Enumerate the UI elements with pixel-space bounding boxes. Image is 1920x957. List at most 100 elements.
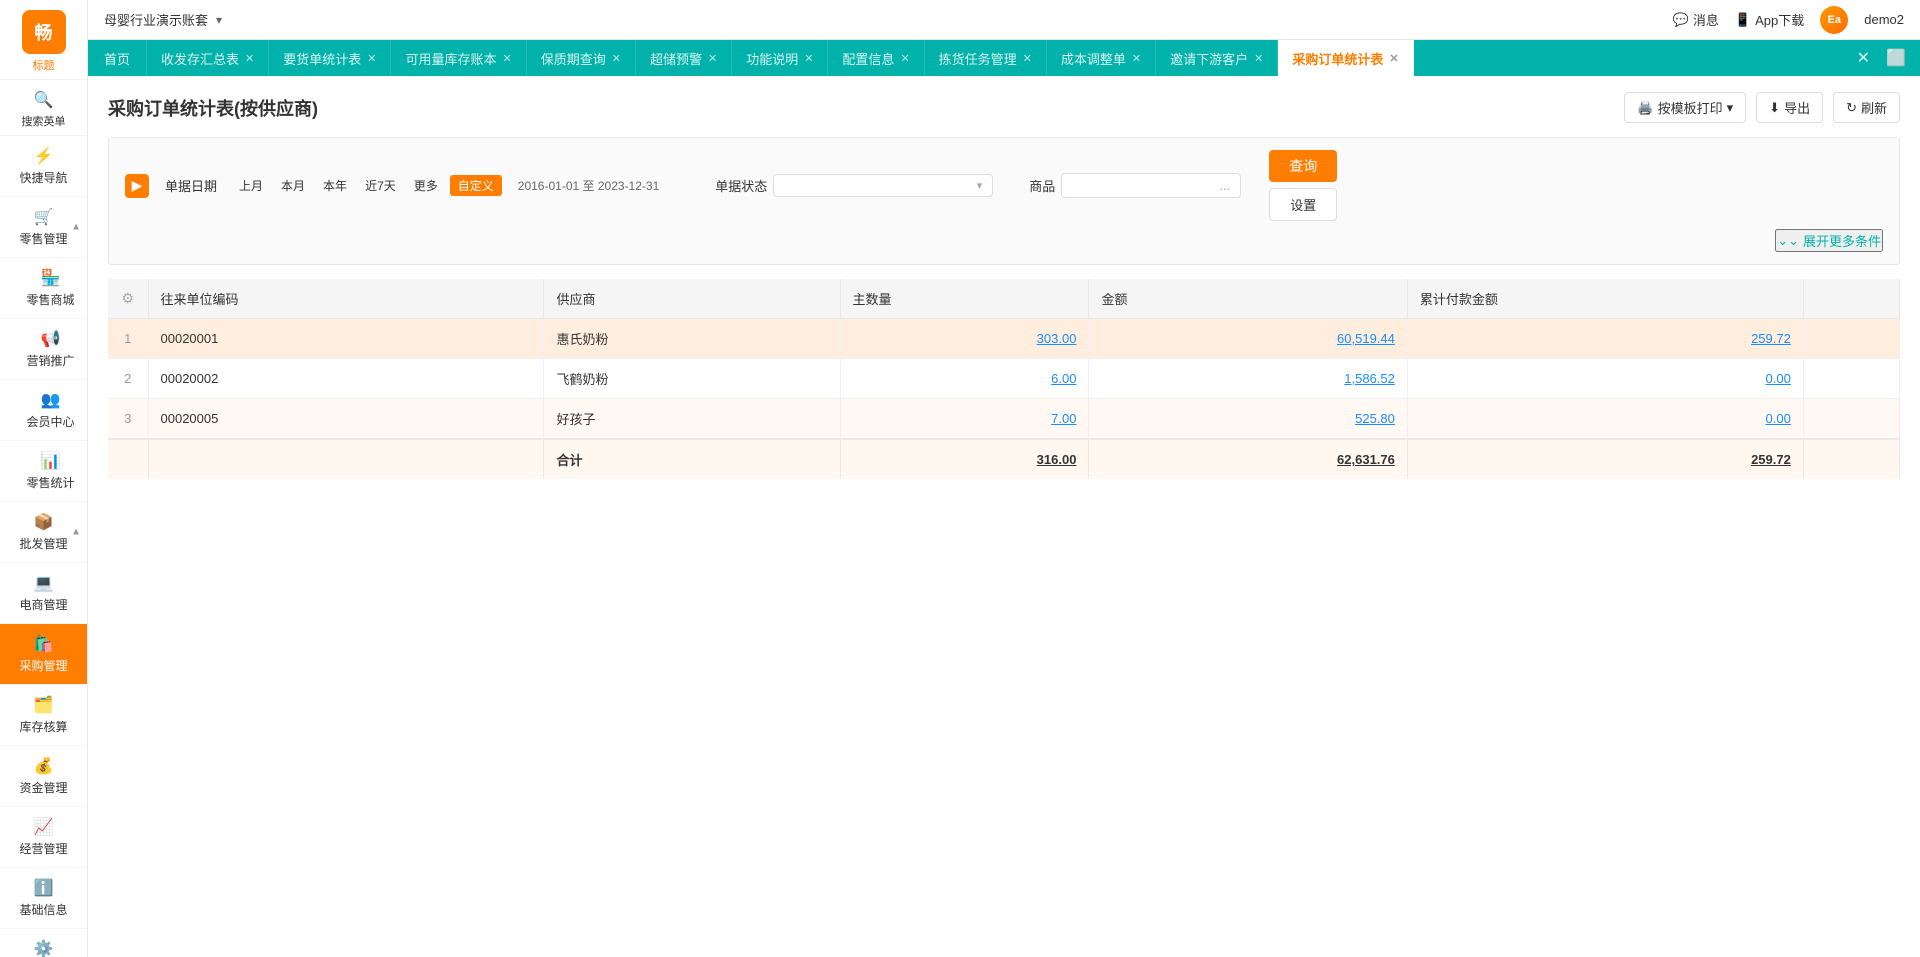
tab-receive-summary[interactable]: 收发存汇总表 ✕ xyxy=(147,40,269,76)
tab-close-icon[interactable]: ✕ xyxy=(1023,52,1032,65)
main-area: 母婴行业演示账套 ▾ 💬 消息 📱 App下载 Ea demo2 首页 收发存汇… xyxy=(88,0,1920,957)
qty-value[interactable]: 303.00 xyxy=(840,319,1089,359)
tab-available-ledger[interactable]: 可用量库存账本 ✕ xyxy=(391,40,526,76)
amount-value[interactable]: 60,519.44 xyxy=(1089,319,1407,359)
amount-value[interactable]: 525.80 xyxy=(1089,399,1407,440)
sidebar-item-members[interactable]: 👥 会员中心 xyxy=(0,380,87,441)
sidebar-item-retail-shop[interactable]: 🏪 零售商城 xyxy=(0,258,87,319)
page-header: 采购订单统计表(按供应商) 🖨️ 按模板打印 ▾ ⬇ 导出 ↻ 刷新 xyxy=(108,92,1900,123)
msg-button[interactable]: 💬 消息 xyxy=(1673,10,1719,29)
date-last-month-button[interactable]: 上月 xyxy=(233,175,269,196)
sidebar-item-label: 零售管理 xyxy=(19,230,67,247)
col-qty: 主数量 xyxy=(840,279,1089,319)
chevron-down-icon: ▾ xyxy=(977,179,983,192)
tab-pick-task[interactable]: 拣货任务管理 ✕ xyxy=(925,40,1047,76)
topbar: 母婴行业演示账套 ▾ 💬 消息 📱 App下载 Ea demo2 xyxy=(88,0,1920,40)
account-dropdown[interactable]: ▾ xyxy=(216,13,222,27)
sidebar-logo: 畅 标题 xyxy=(0,0,87,80)
tab-maximize-button[interactable]: ⬜ xyxy=(1880,46,1912,70)
date-custom-badge[interactable]: 自定义 xyxy=(450,175,502,196)
paid-value[interactable]: 0.00 xyxy=(1407,399,1803,440)
tab-close-icon[interactable]: ✕ xyxy=(503,52,512,65)
supplier-name: 惠氏奶粉 xyxy=(544,319,840,359)
table-header-row: ⚙ 往来单位编码 供应商 主数量 金额 累计付款金额 xyxy=(108,279,1900,319)
tab-order-stats[interactable]: 要货单统计表 ✕ xyxy=(269,40,391,76)
sidebar-item-finance[interactable]: 💰 资金管理 xyxy=(0,746,87,807)
tab-close-icon[interactable]: ✕ xyxy=(612,52,621,65)
tab-invite-downstream[interactable]: 邀请下游客户 ✕ xyxy=(1156,40,1278,76)
date-this-month-button[interactable]: 本月 xyxy=(275,175,311,196)
msg-icon: 💬 xyxy=(1673,12,1689,28)
col-supplier: 供应商 xyxy=(544,279,840,319)
wholesale-icon: 📦 xyxy=(34,512,54,532)
sidebar-item-quick-nav[interactable]: ⚡ 快捷导航 xyxy=(0,136,87,197)
sidebar-item-system[interactable]: ⚙️ 系统管理 xyxy=(0,929,87,957)
amount-value[interactable]: 1,586.52 xyxy=(1089,359,1407,399)
tab-cost-adjust[interactable]: 成本调整单 ✕ xyxy=(1047,40,1156,76)
status-select[interactable]: ▾ xyxy=(773,174,993,197)
search-icon: 🔍 xyxy=(34,90,54,110)
tab-function-desc[interactable]: 功能说明 ✕ xyxy=(732,40,828,76)
tab-close-icon[interactable]: ✕ xyxy=(900,52,909,65)
tab-close-icon[interactable]: ✕ xyxy=(1132,52,1141,65)
sidebar-item-retail-stats[interactable]: 📊 零售统计 xyxy=(0,441,87,502)
chevron-right-icon: ▲ xyxy=(71,527,81,538)
settings-button[interactable]: 设置 xyxy=(1269,188,1337,221)
tab-close-icon[interactable]: ✕ xyxy=(804,52,813,65)
qty-value[interactable]: 6.00 xyxy=(840,359,1089,399)
search-menu-item[interactable]: 🔍 搜索英单 xyxy=(0,80,87,136)
sidebar-item-purchase[interactable]: 🛍️ 采购管理 xyxy=(0,624,87,685)
sidebar-item-inventory[interactable]: 🗂️ 库存核算 xyxy=(0,685,87,746)
tab-home[interactable]: 首页 xyxy=(88,40,147,76)
sidebar-item-wholesale[interactable]: 📦 批发管理 ▲ xyxy=(0,502,87,563)
tab-close-icon[interactable]: ✕ xyxy=(1389,52,1398,65)
page-inner: 采购订单统计表(按供应商) 🖨️ 按模板打印 ▾ ⬇ 导出 ↻ 刷新 xyxy=(88,76,1920,957)
operations-icon: 📈 xyxy=(34,817,54,837)
query-button[interactable]: 查询 xyxy=(1269,150,1337,182)
tabbar: 首页 收发存汇总表 ✕ 要货单统计表 ✕ 可用量库存账本 ✕ 保质期查询 ✕ 超… xyxy=(88,40,1920,76)
tab-close-all-button[interactable]: ✕ xyxy=(1851,46,1876,70)
sidebar-item-operations[interactable]: 📈 经营管理 xyxy=(0,807,87,868)
column-settings-icon[interactable]: ⚙ xyxy=(121,290,134,306)
sidebar-item-basics[interactable]: ℹ️ 基础信息 xyxy=(0,868,87,929)
refresh-button[interactable]: ↻ 刷新 xyxy=(1833,92,1900,123)
filter-toggle-button[interactable]: ▶ xyxy=(125,174,149,198)
page-content: 采购订单统计表(按供应商) 🖨️ 按模板打印 ▾ ⬇ 导出 ↻ 刷新 xyxy=(88,76,1920,957)
date-this-year-button[interactable]: 本年 xyxy=(317,175,353,196)
paid-value[interactable]: 259.72 xyxy=(1407,319,1803,359)
tab-expiry-query[interactable]: 保质期查询 ✕ xyxy=(527,40,636,76)
table-row: 3 00020005 好孩子 7.00 525.80 0.00 xyxy=(108,399,1900,440)
template-print-button[interactable]: 🖨️ 按模板打印 ▾ xyxy=(1624,92,1746,123)
system-icon: ⚙️ xyxy=(34,939,54,957)
sidebar-item-marketing[interactable]: 📢 营销推广 xyxy=(0,319,87,380)
page-title: 采购订单统计表(按供应商) xyxy=(108,95,318,121)
date-7days-button[interactable]: 近7天 xyxy=(359,175,402,196)
qty-value[interactable]: 7.00 xyxy=(840,399,1089,440)
topbar-left: 母婴行业演示账套 ▾ xyxy=(104,10,222,29)
paid-value[interactable]: 0.00 xyxy=(1407,359,1803,399)
table-footer-row: 合计 316.00 62,631.76 259.72 xyxy=(108,439,1900,479)
app-icon: 📱 xyxy=(1735,12,1751,28)
sidebar-item-label: 批发管理 xyxy=(19,535,67,552)
unit-code: 00020001 xyxy=(148,319,544,359)
goods-input[interactable]: ... xyxy=(1061,173,1241,198)
tab-close-icon[interactable]: ✕ xyxy=(708,52,717,65)
sidebar-item-retail-mgmt[interactable]: 🛒 零售管理 ▲ xyxy=(0,197,87,258)
tab-config-info[interactable]: 配置信息 ✕ xyxy=(828,40,924,76)
chevron-down-icon: ▾ xyxy=(1727,100,1734,116)
tab-close-icon[interactable]: ✕ xyxy=(245,52,254,65)
tab-close-icon[interactable]: ✕ xyxy=(1254,52,1263,65)
date-more-button[interactable]: 更多 xyxy=(408,175,444,196)
goods-label: 商品 xyxy=(1029,176,1055,195)
avatar: Ea xyxy=(1820,6,1848,34)
supplier-name: 飞鹤奶粉 xyxy=(544,359,840,399)
tab-close-icon[interactable]: ✕ xyxy=(367,52,376,65)
expand-more-button[interactable]: ⌄⌄ 展开更多条件 xyxy=(1775,229,1883,252)
export-button[interactable]: ⬇ 导出 xyxy=(1756,92,1823,123)
chevron-down-icon: ▲ xyxy=(71,222,81,233)
status-label: 单据状态 xyxy=(715,176,767,195)
sidebar-item-ecommerce[interactable]: 💻 电商管理 xyxy=(0,563,87,624)
tab-purchase-order-stats[interactable]: 采购订单统计表 ✕ xyxy=(1278,40,1413,76)
app-download-button[interactable]: 📱 App下载 xyxy=(1735,10,1804,29)
tab-overstock-warning[interactable]: 超储预警 ✕ xyxy=(636,40,732,76)
